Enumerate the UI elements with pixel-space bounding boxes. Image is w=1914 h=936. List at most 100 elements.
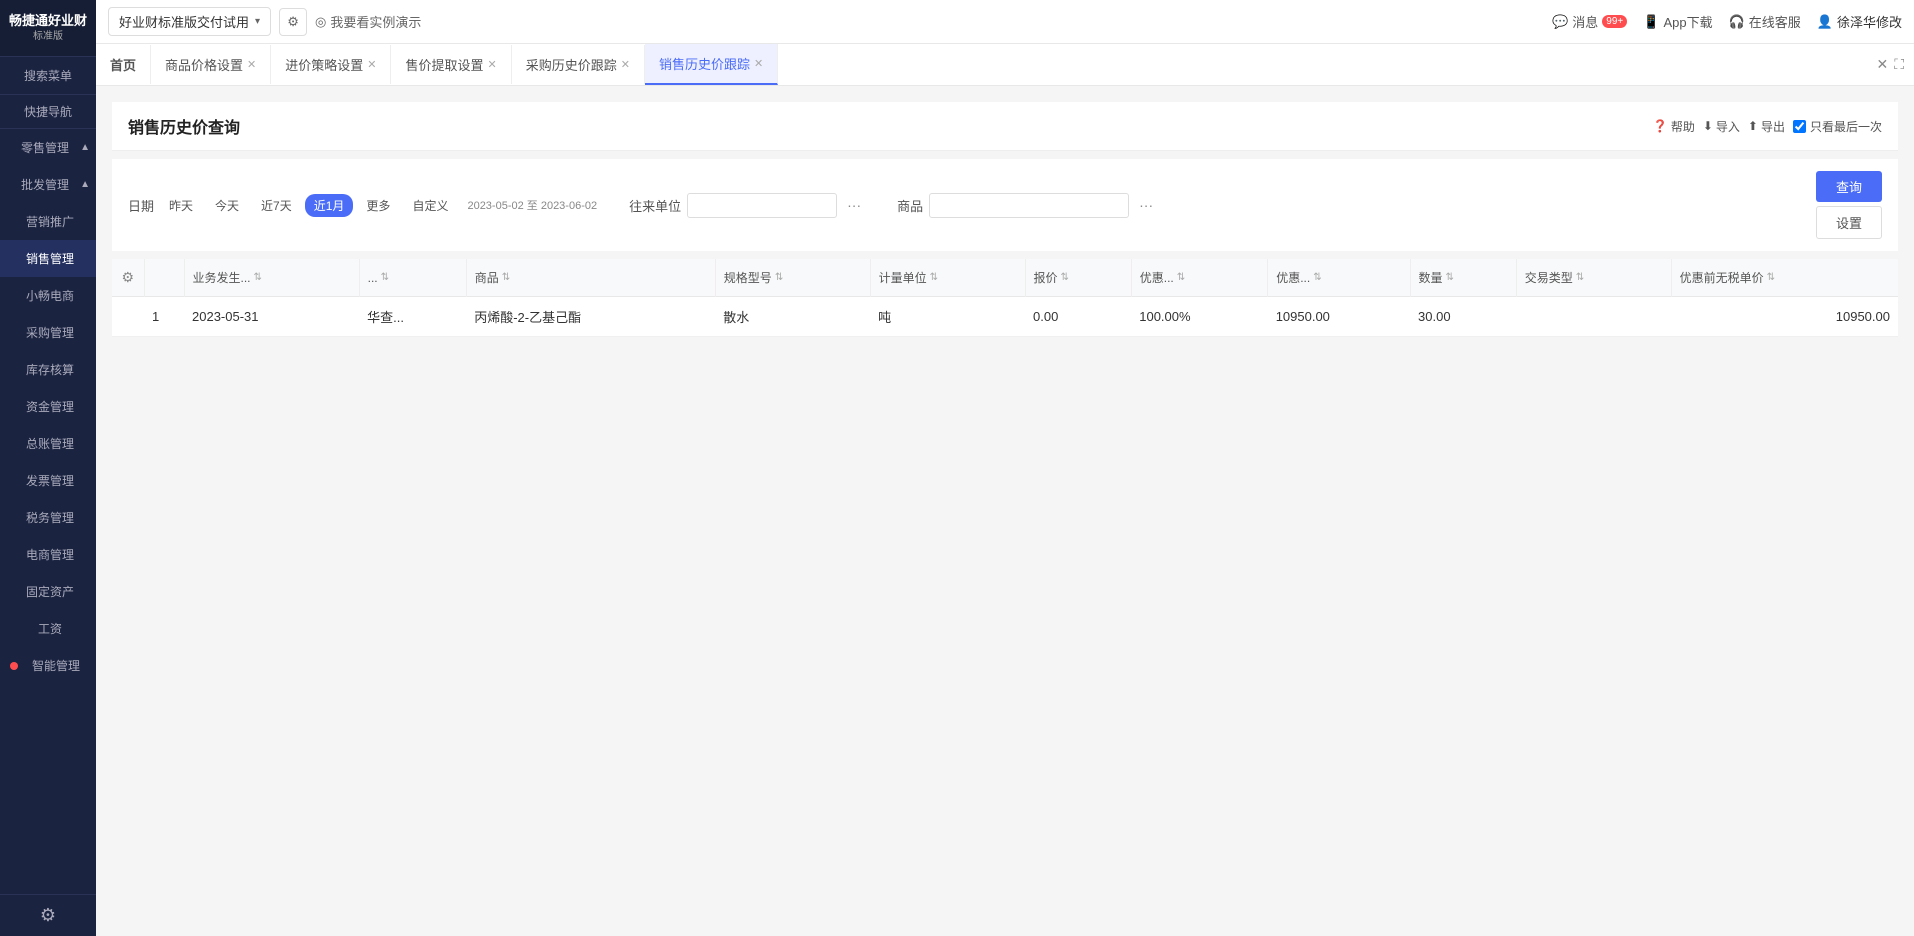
th-qty[interactable]: 数量 ⇅ xyxy=(1410,259,1516,297)
source-unit-field: 往来单位 ··· xyxy=(629,193,865,218)
data-table: ⚙ 业务发生... ⇅ ... ⇅ xyxy=(112,259,1898,337)
th-product-label: 商品 xyxy=(475,269,499,286)
user-info[interactable]: 👤 徐泽华修改 xyxy=(1817,12,1902,31)
td-config xyxy=(112,297,144,337)
maximize-panel-icon[interactable]: ⛶ xyxy=(1894,56,1904,73)
data-table-container: ⚙ 业务发生... ⇅ ... ⇅ xyxy=(112,259,1898,337)
tab-home[interactable]: 首页 xyxy=(96,45,151,84)
sidebar-item-ecommerce[interactable]: 电商管理 xyxy=(0,536,96,573)
th-product[interactable]: 商品 ⇅ xyxy=(466,259,715,297)
last-once-checkbox-label: 只看最后一次 xyxy=(1793,118,1882,135)
app-logo: 畅捷通好业财 标准版 xyxy=(0,0,96,57)
tab-expand-button[interactable]: ✕ ⛶ xyxy=(1866,46,1914,83)
product-input[interactable] xyxy=(929,193,1129,218)
export-icon: ⬆ xyxy=(1748,119,1758,133)
topbar: 好业财标准版交付试用 ▾ ⚙ ◎ 我要看实例演示 💬 消息 99+ 📱 App下… xyxy=(96,0,1914,44)
date-today[interactable]: 今天 xyxy=(206,194,248,217)
th-discount2[interactable]: 优惠... ⇅ xyxy=(1268,259,1410,297)
th-more-label: ... xyxy=(368,271,378,285)
date-group: 昨天 今天 近7天 近1月 更多 自定义 xyxy=(160,194,457,217)
th-unit-sort-icon: ⇅ xyxy=(930,272,938,283)
td-date: 2023-05-31 xyxy=(184,297,359,337)
export-button[interactable]: ⬆ 导出 xyxy=(1748,118,1785,135)
sidebar-item-assets[interactable]: 固定资产 xyxy=(0,573,96,610)
tab-product-price-close[interactable]: ✕ xyxy=(247,58,256,71)
th-qty-label: 数量 xyxy=(1419,269,1443,286)
source-unit-dots[interactable]: ··· xyxy=(843,193,865,217)
version-selector[interactable]: 好业财标准版交付试用 ▾ xyxy=(108,7,271,36)
td-trans-type xyxy=(1516,297,1671,337)
page-actions: ❓ 帮助 ⬇ 导入 ⬆ 导出 只看最后一次 xyxy=(1653,118,1882,135)
sidebar-item-sales[interactable]: 销售管理 xyxy=(0,240,96,277)
th-price[interactable]: 报价 ⇅ xyxy=(1025,259,1131,297)
messages-label: 消息 xyxy=(1572,12,1598,31)
tab-product-price[interactable]: 商品价格设置 ✕ xyxy=(151,45,271,84)
sidebar-item-intelligent[interactable]: 智能管理 xyxy=(0,647,96,684)
sidebar-search[interactable]: 搜索菜单 xyxy=(0,57,96,95)
sidebar-item-finance[interactable]: 资金管理 xyxy=(0,388,96,425)
product-dots[interactable]: ··· xyxy=(1135,193,1157,217)
help-button[interactable]: ❓ 帮助 xyxy=(1653,118,1695,135)
settings-button[interactable]: 设置 xyxy=(1816,206,1882,239)
th-date[interactable]: 业务发生... ⇅ xyxy=(184,259,359,297)
tab-purchase-strategy[interactable]: 进价策略设置 ✕ xyxy=(271,45,391,84)
demo-button[interactable]: ◎ 我要看实例演示 xyxy=(315,12,421,31)
query-button[interactable]: 查询 xyxy=(1816,171,1882,202)
tab-sales-history[interactable]: 销售历史价跟踪 ✕ xyxy=(645,44,778,85)
td-more: 华查... xyxy=(359,297,466,337)
close-panel-icon[interactable]: ✕ xyxy=(1876,56,1888,73)
tab-purchase-history[interactable]: 采购历史价跟踪 ✕ xyxy=(512,45,645,84)
sidebar-item-marketing[interactable]: 营销推广 xyxy=(0,203,96,240)
sidebar-item-wholesale[interactable]: 批发管理 ▲ xyxy=(0,166,96,203)
search-bar: 日期 昨天 今天 近7天 近1月 更多 自定义 2023-05-02 至 202… xyxy=(112,159,1898,251)
tab-purchase-history-close[interactable]: ✕ xyxy=(621,58,630,71)
app-download-label: App下载 xyxy=(1663,12,1712,31)
table-config-gear-icon[interactable]: ⚙ xyxy=(121,269,134,285)
sidebar-item-tax[interactable]: 税务管理 xyxy=(0,499,96,536)
date-custom[interactable]: 自定义 xyxy=(403,194,457,217)
tab-purchase-strategy-close[interactable]: ✕ xyxy=(367,58,376,71)
th-more[interactable]: ... ⇅ xyxy=(359,259,466,297)
date-7days[interactable]: 近7天 xyxy=(252,194,301,217)
th-tax-price-label: 优惠前无税单价 xyxy=(1680,269,1764,286)
th-trans-type[interactable]: 交易类型 ⇅ xyxy=(1516,259,1671,297)
tab-sale-extract[interactable]: 售价提取设置 ✕ xyxy=(391,45,511,84)
sidebar-item-purchase[interactable]: 采购管理 xyxy=(0,314,96,351)
sidebar-item-accounting[interactable]: 总账管理 xyxy=(0,425,96,462)
user-name-label: 徐泽华修改 xyxy=(1837,12,1902,31)
sidebar-item-invoice[interactable]: 发票管理 xyxy=(0,462,96,499)
date-label: 日期 xyxy=(128,196,154,215)
tab-purchase-history-label: 采购历史价跟踪 xyxy=(526,55,617,74)
sidebar-item-payroll[interactable]: 工资 xyxy=(0,610,96,647)
tab-sale-extract-close[interactable]: ✕ xyxy=(488,58,497,71)
td-product: 丙烯酸-2-乙基己酯 xyxy=(466,297,715,337)
th-unit[interactable]: 计量单位 ⇅ xyxy=(870,259,1025,297)
date-1month[interactable]: 近1月 xyxy=(305,194,354,217)
sidebar-quick-nav[interactable]: 快捷导航 xyxy=(0,95,96,129)
date-yesterday[interactable]: 昨天 xyxy=(160,194,202,217)
date-more[interactable]: 更多 xyxy=(357,194,399,217)
th-date-sort-icon: ⇅ xyxy=(254,272,262,283)
app-logo-sub: 标准版 xyxy=(8,30,88,44)
th-spec[interactable]: 规格型号 ⇅ xyxy=(715,259,870,297)
last-once-checkbox[interactable] xyxy=(1793,120,1806,133)
service-icon: 🎧 xyxy=(1729,14,1745,30)
th-seq xyxy=(144,259,184,297)
topbar-config-button[interactable]: ⚙ xyxy=(279,8,307,36)
import-button[interactable]: ⬇ 导入 xyxy=(1703,118,1740,135)
source-unit-input[interactable] xyxy=(687,193,837,218)
date-search-field: 日期 昨天 今天 近7天 近1月 更多 自定义 2023-05-02 至 202… xyxy=(128,194,597,217)
app-download-button[interactable]: 📱 App下载 xyxy=(1643,12,1712,31)
messages-button[interactable]: 💬 消息 99+ xyxy=(1552,12,1627,31)
th-discount1[interactable]: 优惠... ⇅ xyxy=(1131,259,1267,297)
sidebar-settings-button[interactable]: ⚙ xyxy=(0,894,96,936)
sidebar-item-inventory[interactable]: 库存核算 xyxy=(0,351,96,388)
sidebar-item-ecommerce-small[interactable]: 小畅电商 xyxy=(0,277,96,314)
th-discount1-label: 优惠... xyxy=(1140,269,1174,286)
sidebar-item-retail[interactable]: 零售管理 ▲ xyxy=(0,129,96,166)
topbar-left: 好业财标准版交付试用 ▾ ⚙ ◎ 我要看实例演示 xyxy=(108,7,421,36)
tab-sales-history-close[interactable]: ✕ xyxy=(754,57,763,70)
gear-icon: ⚙ xyxy=(287,14,299,30)
th-tax-price[interactable]: 优惠前无税单价 ⇅ xyxy=(1671,259,1898,297)
online-service-button[interactable]: 🎧 在线客服 xyxy=(1729,12,1801,31)
